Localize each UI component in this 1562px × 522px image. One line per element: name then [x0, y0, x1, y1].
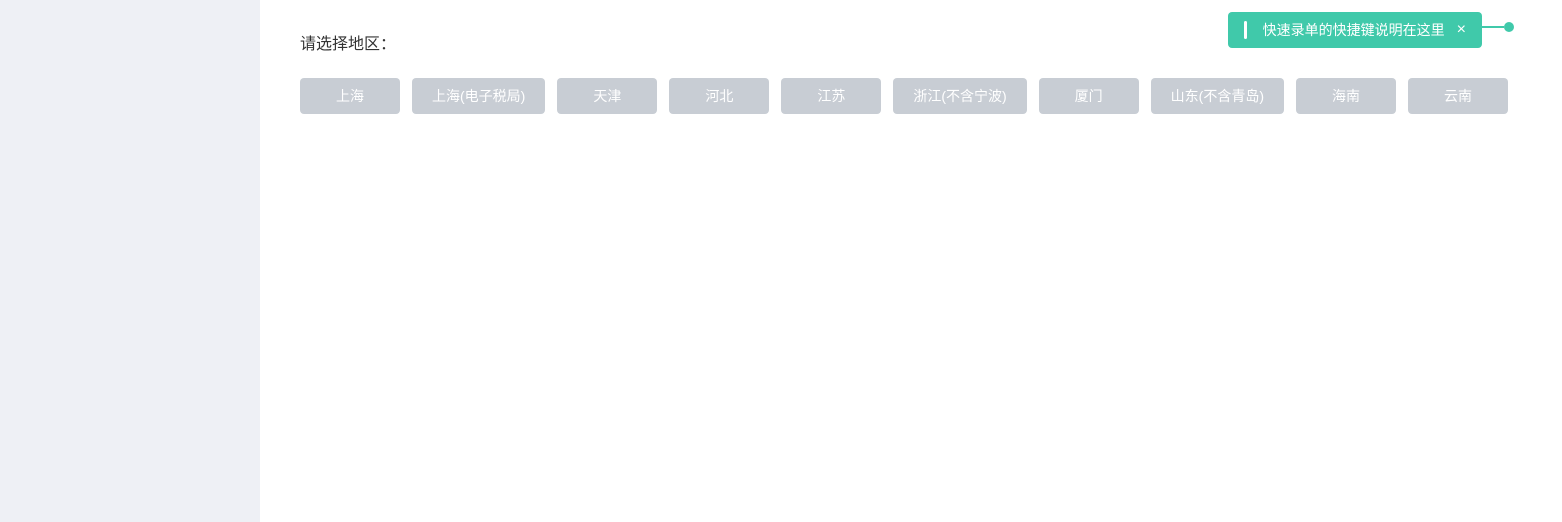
- tooltip-dot: [1504, 22, 1514, 32]
- region-button-shanghai-etax[interactable]: 上海(电子税局): [412, 78, 545, 114]
- tooltip-close-button[interactable]: ×: [1457, 22, 1466, 38]
- region-button-shanghai[interactable]: 上海: [300, 78, 400, 114]
- main-content: 请选择地区： 上海上海(电子税局)天津河北江苏浙江(不含宁波)厦门山东(不含青岛…: [260, 0, 1562, 522]
- region-button-zhejiang[interactable]: 浙江(不含宁波): [893, 78, 1026, 114]
- region-button-yunnan[interactable]: 云南: [1408, 78, 1508, 114]
- region-button-jiangsu[interactable]: 江苏: [781, 78, 881, 114]
- region-button-tianjin[interactable]: 天津: [557, 78, 657, 114]
- tooltip-line: [1482, 26, 1504, 28]
- tooltip-text: 快速录单的快捷键说明在这里: [1263, 20, 1445, 40]
- sidebar: [0, 0, 260, 522]
- tooltip-bar: 快速录单的快捷键说明在这里 ×: [1228, 12, 1482, 48]
- region-button-shandong[interactable]: 山东(不含青岛): [1151, 78, 1284, 114]
- region-buttons: 上海上海(电子税局) 天津河北江苏浙江(不含宁波) 厦门山东(不含青岛) 海南云南: [300, 78, 1522, 114]
- region-button-hebei[interactable]: 河北: [669, 78, 769, 114]
- region-button-hainan[interactable]: 海南: [1296, 78, 1396, 114]
- region-button-xiamen[interactable]: 厦门: [1039, 78, 1139, 114]
